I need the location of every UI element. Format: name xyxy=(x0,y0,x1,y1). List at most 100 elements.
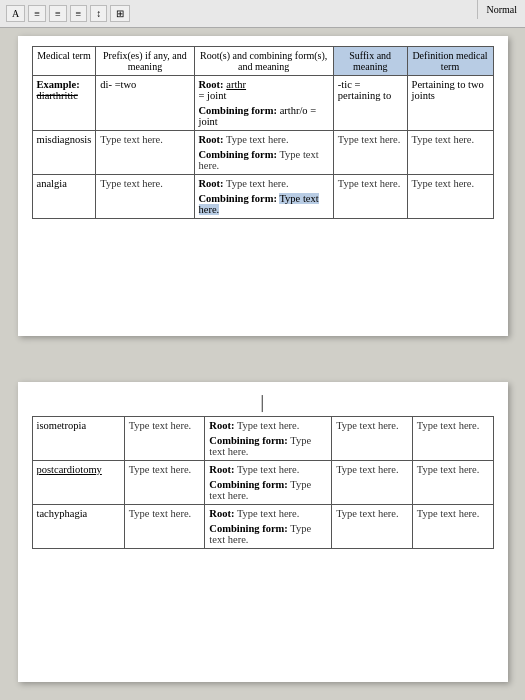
toolbar-btn-1[interactable]: A xyxy=(6,5,25,22)
definition-value: Pertaining to two joints xyxy=(412,79,484,101)
definition-type-tachy: Type text here. xyxy=(417,508,480,519)
combining-label-analgia: Combining form: xyxy=(199,193,277,204)
cell-term-tachyphagia: tachyphagia xyxy=(32,505,124,549)
table-row-misdiagnosis: misdiagnosis Type text here. Root: Type … xyxy=(32,131,493,175)
root-label: Root: xyxy=(199,79,224,90)
toolbar-btn-align1[interactable]: ≡ xyxy=(28,5,46,22)
combining-mis: Combining form: Type text here. xyxy=(199,149,329,171)
cursor-area: │ xyxy=(32,396,494,412)
combining-label-mis: Combining form: xyxy=(199,149,277,160)
example-label: Example: xyxy=(37,79,80,90)
term-analgia: analgia xyxy=(37,178,67,189)
root-type-post: Type text here. xyxy=(237,464,300,475)
table-row-example: Example: diarthritic di- =two Root: arth… xyxy=(32,76,493,131)
combining-label-iso: Combining form: xyxy=(209,435,287,446)
toolbar-btn-sort[interactable]: ↕ xyxy=(90,5,107,22)
combining-label-tachy: Combining form: xyxy=(209,523,287,534)
suffix-type-mis: Type text here. xyxy=(338,134,401,145)
table-row-analgia: analgia Type text here. Root: Type text … xyxy=(32,175,493,219)
combining-iso: Combining form: Type text here. xyxy=(209,435,327,457)
combining-tachy: Combining form: Type text here. xyxy=(209,523,327,545)
col-header-definition: Definition medical term xyxy=(407,47,493,76)
cell-suffix-misdiagnosis[interactable]: Type text here. xyxy=(333,131,407,175)
page-gap xyxy=(0,344,525,374)
cell-term-misdiagnosis: misdiagnosis xyxy=(32,131,96,175)
cell-definition-tachyphagia[interactable]: Type text here. xyxy=(412,505,493,549)
combining-analgia: Combining form: Type text here. xyxy=(199,193,329,215)
term-isometropia: isometropia xyxy=(37,420,87,431)
table-row-postcardiotomy: postcardiotomy Type text here. Root: Typ… xyxy=(32,461,493,505)
prefix-value: di- =two xyxy=(100,79,136,90)
root-type-analgia: Type text here. xyxy=(226,178,289,189)
root-value: arthr xyxy=(226,79,246,90)
cell-definition-misdiagnosis[interactable]: Type text here. xyxy=(407,131,493,175)
cell-definition-example: Pertaining to two joints xyxy=(407,76,493,131)
suffix-type-post: Type text here. xyxy=(336,464,399,475)
prefix-type-post: Type text here. xyxy=(129,464,192,475)
prefix-type-tachy: Type text here. xyxy=(129,508,192,519)
root-label-iso: Root: xyxy=(209,420,234,431)
cell-prefix-example: di- =two xyxy=(96,76,194,131)
table1: Medical term Prefix(es) if any, and mean… xyxy=(32,46,494,219)
root-type-iso: Type text here. xyxy=(237,420,300,431)
example-term: diarthritic xyxy=(37,90,78,101)
root-label-post: Root: xyxy=(209,464,234,475)
col-header-term: Medical term xyxy=(32,47,96,76)
definition-type-mis: Type text here. xyxy=(412,134,475,145)
table2: isometropia Type text here. Root: Type t… xyxy=(32,416,494,549)
term-postcardiotomy: postcardiotomy xyxy=(37,464,102,475)
cell-root-misdiagnosis[interactable]: Root: Type text here. Combining form: Ty… xyxy=(194,131,333,175)
suffix-type-tachy: Type text here. xyxy=(336,508,399,519)
table-row-isometropia: isometropia Type text here. Root: Type t… xyxy=(32,417,493,461)
cell-root-tachyphagia[interactable]: Root: Type text here. Combining form: Ty… xyxy=(205,505,332,549)
suffix-type-iso: Type text here. xyxy=(336,420,399,431)
cell-prefix-postcardiotomy[interactable]: Type text here. xyxy=(124,461,205,505)
term-misdiagnosis: misdiagnosis xyxy=(37,134,92,145)
cell-definition-analgia[interactable]: Type text here. xyxy=(407,175,493,219)
cell-root-postcardiotomy[interactable]: Root: Type text here. Combining form: Ty… xyxy=(205,461,332,505)
cell-root-isometropia[interactable]: Root: Type text here. Combining form: Ty… xyxy=(205,417,332,461)
root-type-tachy: Type text here. xyxy=(237,508,300,519)
root-label-tachy: Root: xyxy=(209,508,234,519)
root-label-analgia: Root: xyxy=(199,178,224,189)
toolbar-btn-align3[interactable]: ≡ xyxy=(70,5,88,22)
cell-prefix-misdiagnosis[interactable]: Type text here. xyxy=(96,131,194,175)
cell-suffix-tachyphagia[interactable]: Type text here. xyxy=(332,505,413,549)
cell-suffix-postcardiotomy[interactable]: Type text here. xyxy=(332,461,413,505)
cell-suffix-isometropia[interactable]: Type text here. xyxy=(332,417,413,461)
definition-type-iso: Type text here. xyxy=(417,420,480,431)
cell-term-analgia: analgia xyxy=(32,175,96,219)
combining-label-post: Combining form: xyxy=(209,479,287,490)
combining-label: Combining form: xyxy=(199,105,277,116)
col-header-suffix: Suffix and meaning xyxy=(333,47,407,76)
toolbar-btn-grid[interactable]: ⊞ xyxy=(110,5,130,22)
toolbar-btn-align2[interactable]: ≡ xyxy=(49,5,67,22)
cell-prefix-isometropia[interactable]: Type text here. xyxy=(124,417,205,461)
combining-section: Combining form: arthr/o = joint xyxy=(199,105,329,127)
cell-prefix-tachyphagia[interactable]: Type text here. xyxy=(124,505,205,549)
cell-definition-isometropia[interactable]: Type text here. xyxy=(412,417,493,461)
cell-suffix-example: -tic = pertaining to xyxy=(333,76,407,131)
normal-label: Normal xyxy=(477,0,525,19)
cell-root-analgia[interactable]: Root: Type text here. Combining form: Ty… xyxy=(194,175,333,219)
suffix-type-analgia: Type text here. xyxy=(338,178,401,189)
definition-type-analgia: Type text here. xyxy=(412,178,475,189)
term-tachyphagia: tachyphagia xyxy=(37,508,88,519)
prefix-type-analgia: Type text here. xyxy=(100,178,163,189)
prefix-type-misdiagnosis: Type text here. xyxy=(100,134,163,145)
prefix-type-iso: Type text here. xyxy=(129,420,192,431)
cell-term-postcardiotomy: postcardiotomy xyxy=(32,461,124,505)
page2: │ isometropia Type text here. Root: Type… xyxy=(18,382,508,682)
cell-term-example: Example: diarthritic xyxy=(32,76,96,131)
cell-term-isometropia: isometropia xyxy=(32,417,124,461)
cell-prefix-analgia[interactable]: Type text here. xyxy=(96,175,194,219)
col-header-root: Root(s) and combining form(s), and meani… xyxy=(194,47,333,76)
root-label-mis: Root: xyxy=(199,134,224,145)
col-header-prefix: Prefix(es) if any, and meaning xyxy=(96,47,194,76)
definition-type-post: Type text here. xyxy=(417,464,480,475)
page1: Medical term Prefix(es) if any, and mean… xyxy=(18,36,508,336)
suffix-value: -tic = pertaining to xyxy=(338,79,391,101)
root-meaning: = joint xyxy=(199,90,227,101)
cell-definition-postcardiotomy[interactable]: Type text here. xyxy=(412,461,493,505)
cell-suffix-analgia[interactable]: Type text here. xyxy=(333,175,407,219)
